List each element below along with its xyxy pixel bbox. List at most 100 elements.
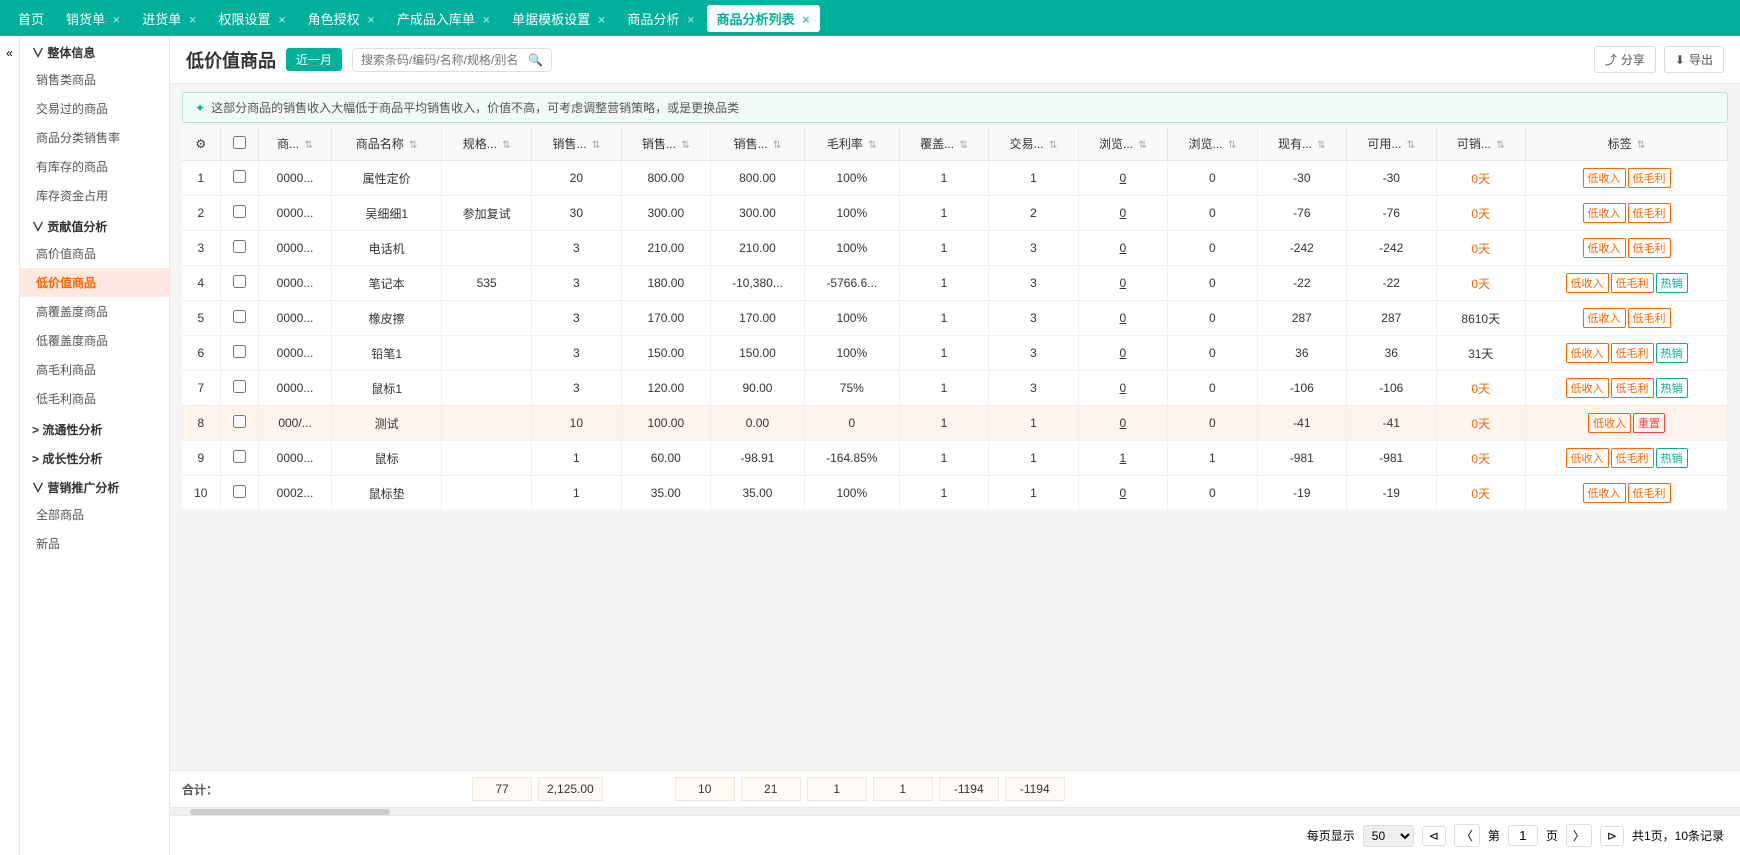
th-cover[interactable]: 覆盖... ⇅ [899,127,988,161]
scrollbar-thumb[interactable] [190,809,390,815]
browse1-link[interactable]: 0 [1120,171,1127,185]
th-sales1[interactable]: 销售... ⇅ [621,127,710,161]
nav-purchase[interactable]: 进货单 × [132,5,206,32]
cell-browse1[interactable]: 1 [1078,441,1167,476]
cell-checkbox[interactable] [220,476,258,511]
th-trade[interactable]: 交易... ⇅ [989,127,1078,161]
nav-template[interactable]: 单据模板设置 × [502,5,615,32]
cell-browse1[interactable]: 0 [1078,406,1167,441]
prev-page-btn[interactable]: 〈 [1454,824,1480,847]
cell-checkbox[interactable] [220,336,258,371]
th-browse2[interactable]: 浏览... ⇅ [1168,127,1257,161]
sidebar-item-high-value[interactable]: 高价值商品 [20,239,169,268]
th-tags[interactable]: 标签 ⇅ [1526,127,1728,161]
browse1-link[interactable]: 0 [1120,346,1127,360]
select-all-checkbox[interactable] [233,136,246,149]
cell-browse1[interactable]: 0 [1078,161,1167,196]
cell-checkbox[interactable] [220,301,258,336]
sidebar-item-all-goods[interactable]: 全部商品 [20,500,169,529]
nav-template-close[interactable]: × [598,12,606,27]
row-checkbox[interactable] [233,170,246,183]
th-browse1[interactable]: 浏览... ⇅ [1078,127,1167,161]
sidebar-item-new-goods[interactable]: 新品 [20,529,169,558]
nav-goods-analysis-list[interactable]: 商品分析列表 × [707,5,820,32]
browse1-link[interactable]: 0 [1120,241,1127,255]
nav-product-entry[interactable]: 产成品入库单 × [387,5,500,32]
search-input[interactable] [352,48,552,72]
last-page-btn[interactable]: ⊳ [1600,826,1624,846]
cell-browse1[interactable]: 0 [1078,301,1167,336]
next-page-btn[interactable]: 〉 [1566,824,1592,847]
browse1-link[interactable]: 0 [1120,486,1127,500]
nav-permission-close[interactable]: × [278,12,286,27]
row-checkbox[interactable] [233,485,246,498]
sidebar-item-category-rate[interactable]: 商品分类销售率 [20,123,169,152]
nav-goods-analysis[interactable]: 商品分析 × [617,5,704,32]
cell-checkbox[interactable] [220,196,258,231]
sidebar-group-flow[interactable]: > 流通性分析 [20,413,169,442]
nav-goods-analysis-list-close[interactable]: × [802,12,810,27]
sidebar-group-growth[interactable]: > 成长性分析 [20,442,169,471]
sidebar-item-high-coverage[interactable]: 高覆盖度商品 [20,297,169,326]
sidebar-collapse-btn[interactable]: « [0,36,20,855]
th-name[interactable]: 商品名称 ⇅ [332,127,442,161]
th-code[interactable]: 商... ⇅ [258,127,331,161]
th-sales2[interactable]: 销售... ⇅ [711,127,805,161]
row-checkbox[interactable] [233,205,246,218]
row-checkbox[interactable] [233,450,246,463]
nav-role-close[interactable]: × [367,12,375,27]
th-stock1[interactable]: 现有... ⇅ [1257,127,1346,161]
cell-browse1[interactable]: 0 [1078,196,1167,231]
row-checkbox[interactable] [233,310,246,323]
current-page-input[interactable] [1508,825,1538,846]
th-stock2[interactable]: 可用... ⇅ [1347,127,1436,161]
row-checkbox[interactable] [233,275,246,288]
row-checkbox[interactable] [233,240,246,253]
browse1-link[interactable]: 0 [1120,311,1127,325]
th-gear[interactable]: ⚙ [182,127,220,161]
first-page-btn[interactable]: ⊲ [1422,826,1446,846]
nav-role[interactable]: 角色授权 × [298,5,385,32]
browse1-link[interactable]: 0 [1120,276,1127,290]
cell-checkbox[interactable] [220,161,258,196]
browse1-link[interactable]: 0 [1120,416,1127,430]
sidebar-item-high-margin[interactable]: 高毛利商品 [20,355,169,384]
sidebar-item-sales-goods[interactable]: 销售类商品 [20,65,169,94]
nav-product-entry-close[interactable]: × [483,12,491,27]
cell-checkbox[interactable] [220,441,258,476]
row-checkbox[interactable] [233,380,246,393]
sidebar-item-stocked-goods[interactable]: 有库存的商品 [20,152,169,181]
nav-sales-close[interactable]: × [113,12,121,27]
th-gross[interactable]: 毛利率 ⇅ [804,127,899,161]
th-days[interactable]: 可销... ⇅ [1436,127,1525,161]
sidebar-item-stock-capital[interactable]: 库存资金占用 [20,181,169,210]
browse1-link[interactable]: 0 [1120,381,1127,395]
row-checkbox[interactable] [233,345,246,358]
cell-browse1[interactable]: 0 [1078,336,1167,371]
time-filter-button[interactable]: 近一月 [286,48,342,71]
sidebar-item-low-margin[interactable]: 低毛利商品 [20,384,169,413]
nav-home[interactable]: 首页 [8,5,54,32]
nav-permission[interactable]: 权限设置 × [208,5,295,32]
cell-checkbox[interactable] [220,231,258,266]
cell-checkbox[interactable] [220,406,258,441]
th-spec[interactable]: 规格... ⇅ [442,127,532,161]
nav-sales[interactable]: 销货单 × [56,5,130,32]
cell-checkbox[interactable] [220,371,258,406]
nav-purchase-close[interactable]: × [189,12,197,27]
cell-browse1[interactable]: 0 [1078,476,1167,511]
browse1-link[interactable]: 0 [1120,206,1127,220]
cell-browse1[interactable]: 0 [1078,266,1167,301]
th-qty[interactable]: 销售... ⇅ [532,127,621,161]
nav-goods-analysis-close[interactable]: × [687,12,695,27]
horizontal-scrollbar[interactable] [170,807,1740,815]
browse1-link[interactable]: 1 [1120,451,1127,465]
per-page-select[interactable]: 50 100 200 [1363,825,1414,847]
sidebar-item-traded-goods[interactable]: 交易过的商品 [20,94,169,123]
cell-browse1[interactable]: 0 [1078,371,1167,406]
sidebar-item-low-coverage[interactable]: 低覆盖度商品 [20,326,169,355]
share-button[interactable]: ⤴ 分享 [1594,46,1656,73]
row-checkbox[interactable] [233,415,246,428]
export-button[interactable]: ⬇ 导出 [1664,46,1724,73]
cell-browse1[interactable]: 0 [1078,231,1167,266]
